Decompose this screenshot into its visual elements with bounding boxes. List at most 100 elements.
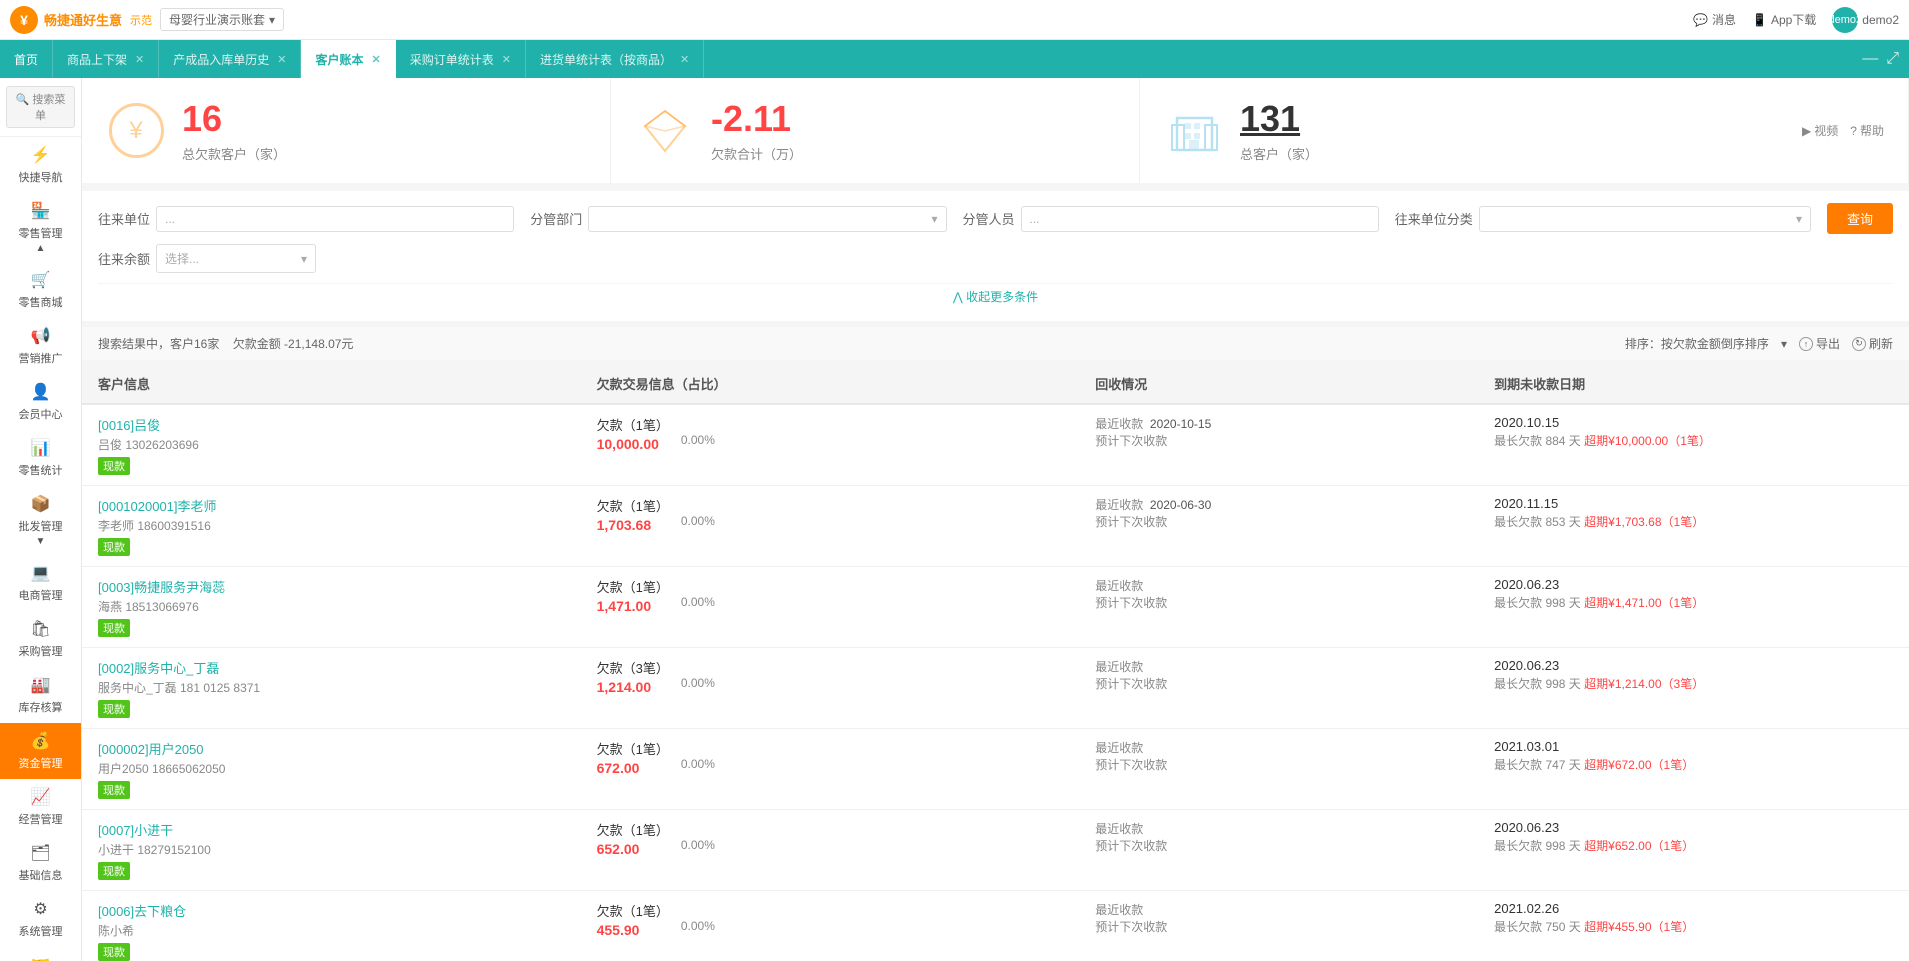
overdue-link-1[interactable]: 超期¥1,703.68（1笔） <box>1584 515 1704 529</box>
subtitle[interactable]: 示范 <box>130 12 152 28</box>
sidebar-item-basic-info[interactable]: 🗂 基础信息 <box>0 835 81 891</box>
debt-pct-5: 0.00% <box>681 838 715 852</box>
person-input[interactable]: ... <box>1021 206 1379 232</box>
customer-name-link-5[interactable]: [0007]小进干 <box>98 823 173 838</box>
tab-home[interactable]: 首页 <box>0 40 53 78</box>
customer-cell-3: [0002]服务中心_丁磊 服务中心_丁磊 181 0125 8371 现款 <box>98 658 597 718</box>
sort-arrow-icon: ▾ <box>1781 337 1787 351</box>
sidebar-item-retail-mgmt[interactable]: 🏪 零售管理 ▲ <box>0 193 81 262</box>
avatar: demo2 <box>1832 7 1858 33</box>
debt-pct-3: 0.00% <box>681 676 715 690</box>
tab-product-shelf[interactable]: 商品上下架 ✕ <box>53 40 159 78</box>
message-btn[interactable]: 💬 消息 <box>1693 11 1736 28</box>
sidebar-item-capital-mgmt-label: 资金管理 <box>19 755 63 771</box>
sidebar-item-operations[interactable]: 📈 经营管理 <box>0 779 81 835</box>
customer-sub-2: 海燕 18513066976 <box>98 598 597 615</box>
view-btn[interactable]: ▶ 视频 <box>1802 122 1838 139</box>
sidebar-item-ecommerce[interactable]: 💻 电商管理 <box>0 555 81 611</box>
debt-amount-1: 1,703.68 <box>597 517 669 533</box>
collapse-filter-btn[interactable]: ⋀ 收起更多条件 <box>98 283 1893 309</box>
minimize-icon[interactable]: — <box>1862 50 1878 68</box>
ecommerce-icon: 💻 <box>31 563 51 583</box>
customer-name-link-2[interactable]: [0003]畅捷服务尹海蕊 <box>98 580 225 595</box>
refresh-btn[interactable]: ↻ 刷新 <box>1852 335 1893 352</box>
overdue-cell-2: 2020.06.23 最长欠款 998 天 超期¥1,471.00（1笔） <box>1494 577 1893 611</box>
sidebar-item-retail-stats[interactable]: 📊 零售统计 <box>0 430 81 486</box>
sidebar-item-inventory-label: 库存核算 <box>19 699 63 715</box>
overdue-detail-3: 最长欠款 998 天 超期¥1,214.00（3笔） <box>1494 675 1893 692</box>
logo-text: 畅捷通好生意 <box>44 10 122 29</box>
table-row: [0006]去下粮仓 陈小希 现款 欠款（1笔） 455.90 0.00% 最近… <box>82 891 1909 961</box>
sidebar-item-marketing[interactable]: 📢 营销推广 <box>0 318 81 374</box>
stat-debt-amount-info: -2.11 欠款合计（万） <box>711 98 1115 163</box>
expand-icon[interactable]: ⤢ <box>1886 50 1899 68</box>
dept-label: 分管部门 <box>530 209 582 228</box>
close-icon[interactable]: ✕ <box>680 53 689 66</box>
customer-tag-1: 现款 <box>98 538 130 556</box>
filter-balance: 往来余额 选择... ▾ <box>98 244 1893 273</box>
overdue-detail-4: 最长欠款 747 天 超期¥672.00（1笔） <box>1494 756 1893 773</box>
unit-class-input[interactable]: ▾ <box>1479 206 1811 232</box>
payback-cell-6: 最近收款 预计下次收款 <box>1095 901 1494 935</box>
help-btn[interactable]: ? 帮助 <box>1850 122 1884 139</box>
overdue-link-3[interactable]: 超期¥1,214.00（3笔） <box>1584 677 1704 691</box>
stats-row: ¥ 16 总欠款客户（家） -2.11 欠款合计（万） <box>82 78 1909 183</box>
overdue-cell-6: 2021.02.26 最长欠款 750 天 超期¥455.90（1笔） <box>1494 901 1893 935</box>
customer-name-link-6[interactable]: [0006]去下粮仓 <box>98 904 186 919</box>
company-selector[interactable]: 母婴行业演示账套 ▾ <box>160 8 284 31</box>
mall-icon: 🛒 <box>31 270 51 290</box>
tab-purchase-order[interactable]: 采购订单统计表 ✕ <box>396 40 526 78</box>
export-btn[interactable]: ↑ 导出 <box>1799 335 1840 352</box>
search-btn[interactable]: 查询 <box>1827 203 1893 234</box>
sidebar-item-system-mgmt[interactable]: ⚙ 系统管理 <box>0 891 81 947</box>
overdue-link-4[interactable]: 超期¥672.00（1笔） <box>1584 758 1694 772</box>
close-icon[interactable]: ✕ <box>502 53 511 66</box>
balance-input[interactable]: 选择... ▾ <box>156 244 316 273</box>
app-download-btn[interactable]: 📱 App下载 <box>1752 11 1816 28</box>
customer-cell-0: [0016]吕俊 吕俊 13026203696 现款 <box>98 415 597 475</box>
search-menu-btn[interactable]: 🔍 搜索菜单 <box>6 86 75 128</box>
coop-icon: 🤝 <box>31 955 51 961</box>
dept-input[interactable]: ▾ <box>588 206 946 232</box>
sidebar-item-enterprise-coop[interactable]: 🤝 企业协同 <box>0 947 81 961</box>
tab-customer-account[interactable]: 客户账本 ✕ <box>301 40 395 78</box>
customer-name-link-3[interactable]: [0002]服务中心_丁磊 <box>98 661 219 676</box>
debt-amount-4: 672.00 <box>597 760 669 776</box>
debt-amount-number: -2.11 <box>711 98 1115 140</box>
close-icon[interactable]: ✕ <box>135 53 144 66</box>
diamond-icon <box>640 106 690 156</box>
user-profile[interactable]: demo2 demo2 <box>1832 7 1899 33</box>
overdue-date-0: 2020.10.15 <box>1494 415 1893 430</box>
sidebar-item-retail-mall[interactable]: 🛒 零售商城 <box>0 262 81 318</box>
overdue-link-2[interactable]: 超期¥1,471.00（1笔） <box>1584 596 1704 610</box>
from-unit-input[interactable]: ... <box>156 206 514 232</box>
sidebar-search: 🔍 搜索菜单 <box>0 78 81 137</box>
payback-cell-2: 最近收款 预计下次收款 <box>1095 577 1494 611</box>
customer-sub-1: 李老师 18600391516 <box>98 517 597 534</box>
sidebar-item-quick-nav[interactable]: ⚡ 快捷导航 <box>0 137 81 193</box>
overdue-link-6[interactable]: 超期¥455.90（1笔） <box>1584 920 1694 934</box>
overdue-link-0[interactable]: 超期¥10,000.00（1笔） <box>1584 434 1711 448</box>
customer-name-link-4[interactable]: [000002]用户2050 <box>98 742 204 757</box>
customer-sub-5: 小进干 18279152100 <box>98 841 597 858</box>
debt-amount-6: 455.90 <box>597 922 669 938</box>
customer-name-link-0[interactable]: [0016]吕俊 <box>98 418 160 433</box>
sidebar-item-inventory[interactable]: 🏭 库存核算 <box>0 667 81 723</box>
sidebar-item-batch-mgmt[interactable]: 📦 批发管理 ▼ <box>0 486 81 555</box>
close-icon[interactable]: ✕ <box>277 53 286 66</box>
sidebar-item-member[interactable]: 👤 会员中心 <box>0 374 81 430</box>
sidebar-item-purchase-mgmt[interactable]: 🛍 采购管理 <box>0 611 81 667</box>
retail-icon: 🏪 <box>31 201 51 221</box>
inventory-icon: 🏭 <box>31 675 51 695</box>
customer-sub-6: 陈小希 <box>98 922 597 939</box>
overdue-link-5[interactable]: 超期¥652.00（1笔） <box>1584 839 1694 853</box>
sidebar-item-capital-mgmt[interactable]: 💰 资金管理 <box>0 723 81 779</box>
debt-cell-0: 欠款（1笔） 10,000.00 0.00% <box>597 415 1096 452</box>
close-icon[interactable]: ✕ <box>372 53 381 66</box>
top-bar-left: ¥ 畅捷通好生意 示范 母婴行业演示账套 ▾ <box>10 6 284 34</box>
tab-product-history[interactable]: 产成品入库单历史 ✕ <box>159 40 301 78</box>
overdue-detail-2: 最长欠款 998 天 超期¥1,471.00（1笔） <box>1494 594 1893 611</box>
filter-row-1: 往来单位 ... 分管部门 ▾ 分管人员 ... <box>98 203 1893 234</box>
tab-stock-stats[interactable]: 进货单统计表（按商品） ✕ <box>526 40 704 78</box>
customer-name-link-1[interactable]: [0001020001]李老师 <box>98 499 217 514</box>
